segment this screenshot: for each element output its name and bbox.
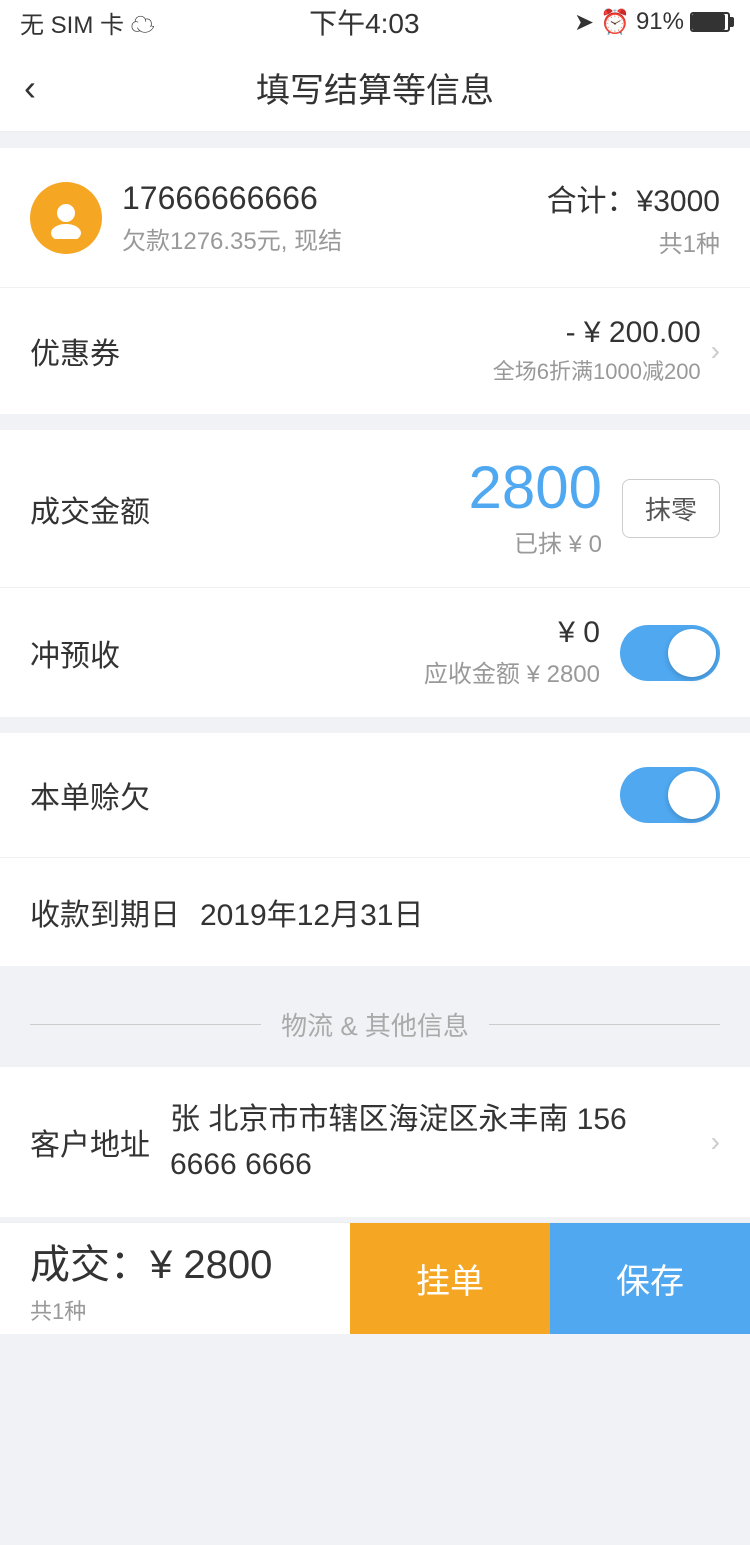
deal-label: 成交金额 [30, 487, 150, 531]
battery-label: 91% [636, 8, 684, 36]
prepay-amount-wrap: ¥ 0 应收金额 ¥ 2800 [424, 616, 600, 689]
coupon-right: - ¥ 200.00 全场6折满1000减200 › [493, 316, 720, 386]
sim-label: 无 SIM 卡 ☁ [20, 5, 155, 40]
bottom-deal-amount: ¥ 2800 [150, 1243, 272, 1287]
address-row[interactable]: 客户地址 张 北京市市辖区海淀区永丰南 156 6666 6666 › [0, 1067, 750, 1217]
duedate-label: 收款到期日 [30, 890, 180, 934]
deal-section: 成交金额 2800 已抹 ¥ 0 抹零 冲预收 ¥ 0 应收金额 ¥ 2800 [0, 430, 750, 717]
user-phone: 17666666666 [122, 180, 342, 217]
coupon-desc: 全场6折满1000减200 [493, 354, 701, 386]
bottom-summary: 成交：¥ 2800 共1种 [0, 1232, 350, 1326]
status-right: ➤ ⏰ 91% [574, 8, 730, 37]
header: ‹ 填写结算等信息 [0, 44, 750, 132]
user-row: 17666666666 欠款1276.35元, 现结 合计：¥3000 共1种 [0, 148, 750, 287]
coupon-label: 优惠券 [30, 329, 120, 373]
round-zero-button[interactable]: 抹零 [622, 479, 720, 538]
arrears-row: 本单赊欠 [0, 733, 750, 857]
status-bar: 无 SIM 卡 ☁ 下午4:03 ➤ ⏰ 91% [0, 0, 750, 44]
avatar [30, 182, 102, 254]
address-card: 客户地址 张 北京市市辖区海淀区永丰南 156 6666 6666 › [0, 1067, 750, 1217]
duedate-row: 收款到期日 2019年12月31日 [0, 857, 750, 966]
address-label: 客户地址 [30, 1120, 150, 1164]
bottom-bar: 成交：¥ 2800 共1种 挂单 保存 [0, 1222, 750, 1334]
arrears-label: 本单赊欠 [30, 773, 150, 817]
toggle-knob [668, 629, 716, 677]
alarm-icon: ⏰ [600, 8, 630, 37]
coupon-discount: - ¥ 200.00 [493, 316, 701, 350]
user-info: 17666666666 欠款1276.35元, 现结 [122, 180, 342, 256]
save-button[interactable]: 保存 [550, 1223, 750, 1334]
bottom-deal-label: 成交： [30, 1243, 150, 1287]
deal-amount-wrap: 2800 已抹 ¥ 0 [469, 458, 602, 559]
logistics-divider-right [489, 1024, 720, 1025]
total-count: 共1种 [547, 224, 720, 259]
total-amount: 合计：¥3000 [547, 176, 720, 220]
bottom-spacer [0, 1433, 750, 1545]
user-card: 17666666666 欠款1276.35元, 现结 合计：¥3000 共1种 … [0, 148, 750, 414]
logistics-header: 物流 & 其他信息 [0, 982, 750, 1067]
prepay-sub: 应收金额 ¥ 2800 [424, 654, 600, 689]
logistics-title: 物流 & 其他信息 [281, 1006, 469, 1043]
back-button[interactable]: ‹ [24, 67, 36, 109]
deal-row: 成交金额 2800 已抹 ¥ 0 抹零 [0, 430, 750, 587]
user-total: 合计：¥3000 共1种 [547, 176, 720, 259]
address-value: 张 北京市市辖区海淀区永丰南 156 6666 6666 [170, 1097, 691, 1187]
deal-amount: 2800 [469, 458, 602, 518]
location-icon: ➤ [574, 8, 594, 37]
prepay-right: ¥ 0 应收金额 ¥ 2800 [424, 616, 720, 689]
chevron-right-icon: › [711, 335, 720, 367]
prepay-toggle[interactable] [620, 625, 720, 681]
bottom-deal: 成交：¥ 2800 [30, 1232, 320, 1290]
logistics-divider-left [30, 1024, 261, 1025]
user-info-left: 17666666666 欠款1276.35元, 现结 [30, 180, 342, 256]
prepay-amount: ¥ 0 [424, 616, 600, 650]
prepay-row: 冲预收 ¥ 0 应收金额 ¥ 2800 [0, 587, 750, 717]
prepay-label: 冲预收 [30, 631, 120, 675]
arrears-toggle-knob [668, 771, 716, 819]
status-time: 下午4:03 [309, 2, 420, 42]
bottom-actions: 挂单 保存 [350, 1223, 750, 1334]
status-left: 无 SIM 卡 ☁ [20, 5, 155, 40]
arrears-section: 本单赊欠 收款到期日 2019年12月31日 [0, 733, 750, 966]
coupon-info: - ¥ 200.00 全场6折满1000减200 [493, 316, 701, 386]
address-chevron-icon: › [711, 1126, 720, 1158]
battery-icon [690, 12, 730, 32]
bottom-count: 共1种 [30, 1294, 320, 1326]
deal-sub: 已抹 ¥ 0 [469, 524, 602, 559]
duedate-value: 2019年12月31日 [200, 890, 423, 934]
user-subtitle: 欠款1276.35元, 现结 [122, 221, 342, 256]
arrears-toggle[interactable] [620, 767, 720, 823]
page-title: 填写结算等信息 [256, 63, 494, 112]
coupon-row[interactable]: 优惠券 - ¥ 200.00 全场6折满1000减200 › [0, 287, 750, 414]
deal-right: 2800 已抹 ¥ 0 抹零 [469, 458, 721, 559]
hold-button[interactable]: 挂单 [350, 1223, 550, 1334]
